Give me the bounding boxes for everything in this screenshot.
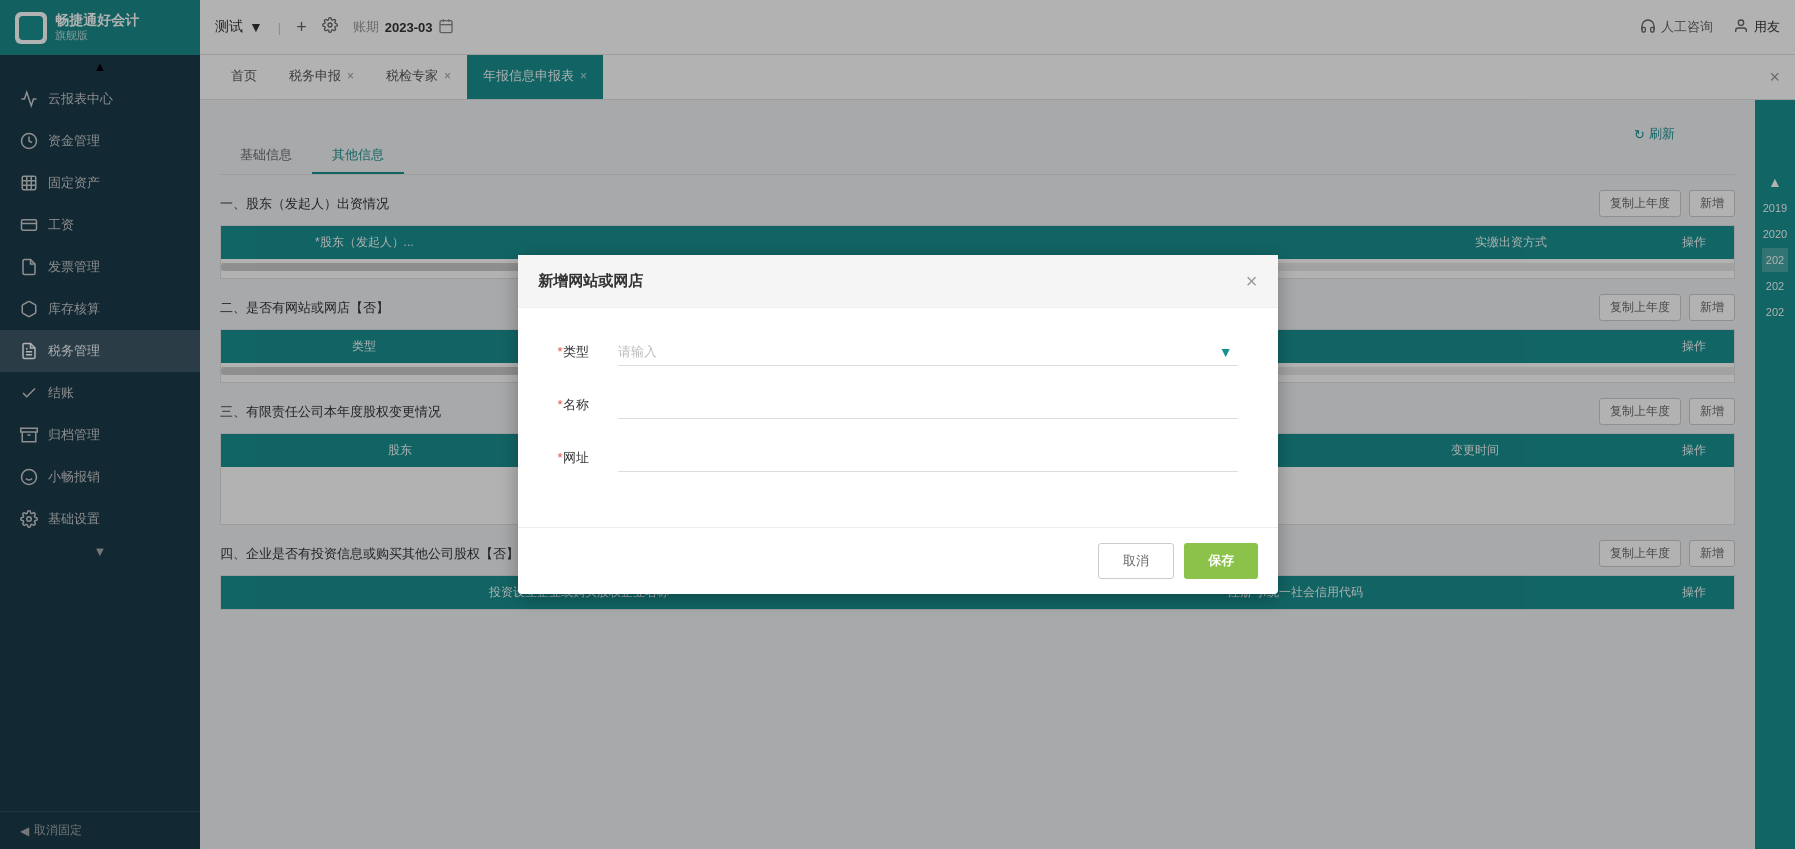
form-label-name: *名称: [558, 396, 618, 414]
form-control-type: ▼: [618, 338, 1238, 366]
form-row-type: *类型 ▼: [558, 338, 1238, 366]
url-input[interactable]: [618, 444, 1238, 472]
form-label-type: *类型: [558, 343, 618, 361]
save-button[interactable]: 保存: [1184, 543, 1258, 579]
type-input[interactable]: [618, 338, 1238, 366]
form-row-url: *网址: [558, 444, 1238, 472]
modal-close-button[interactable]: ×: [1246, 271, 1258, 291]
form-label-url: *网址: [558, 449, 618, 467]
modal-overlay[interactable]: 新增网站或网店 × *类型 ▼ *名称: [0, 0, 1795, 849]
modal-title: 新增网站或网店: [538, 272, 643, 291]
required-asterisk2: *: [558, 397, 563, 412]
cancel-button[interactable]: 取消: [1098, 543, 1174, 579]
required-asterisk: *: [558, 344, 563, 359]
dropdown-icon[interactable]: ▼: [1219, 344, 1233, 360]
modal-body: *类型 ▼ *名称 *网址: [518, 308, 1278, 527]
modal-add-website: 新增网站或网店 × *类型 ▼ *名称: [518, 255, 1278, 594]
form-control-name: [618, 391, 1238, 419]
modal-footer: 取消 保存: [518, 527, 1278, 594]
form-row-name: *名称: [558, 391, 1238, 419]
name-input[interactable]: [618, 391, 1238, 419]
required-asterisk3: *: [558, 450, 563, 465]
modal-header: 新增网站或网店 ×: [518, 255, 1278, 308]
form-control-url: [618, 444, 1238, 472]
